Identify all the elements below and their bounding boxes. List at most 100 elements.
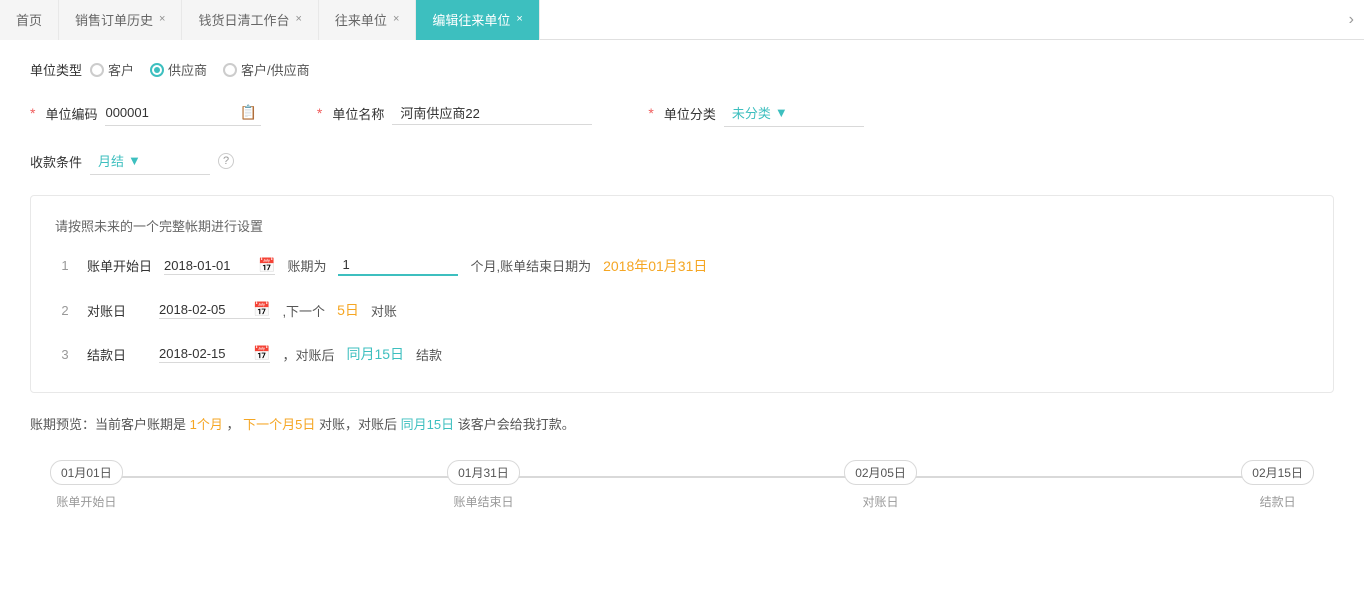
unit-name-star: * (317, 105, 322, 121)
payment-date-calendar-icon[interactable]: 📅 (253, 345, 270, 362)
period-num-1: 1 (55, 258, 75, 273)
payment-row: 收款条件 月结 ▼ ? (30, 147, 1334, 175)
timeline-node-label-2: 账单结束日 (453, 493, 513, 510)
radio-both-circle (223, 63, 237, 77)
tab-bar: 首页 销售订单历史 × 钱货日清工作台 × 往来单位 × 编辑往来单位 × › (0, 0, 1364, 40)
unit-code-field[interactable]: 📋 (105, 100, 260, 126)
payment-highlight: 同月15日 (346, 344, 404, 364)
unit-type-radio-group: 客户 供应商 客户/供应商 (90, 60, 310, 79)
preview-mid2: 对账，对账后 (319, 417, 397, 432)
period-label-3: 结款日 (87, 345, 147, 364)
timeline-node-2: 01月31日 账单结束日 (447, 460, 520, 510)
timeline-badge-2: 01月31日 (447, 460, 520, 485)
tab-sales-history[interactable]: 销售订单历史 × (59, 0, 182, 40)
tab-partner[interactable]: 往来单位 × (319, 0, 416, 40)
timeline-badge-4: 02月15日 (1241, 460, 1314, 485)
payment-label: 收款条件 (30, 152, 82, 171)
period-desc-3-prefix: ，对账后 (282, 345, 334, 364)
payment-arrow: ▼ (128, 153, 141, 168)
reconcile-date-calendar-icon[interactable]: 📅 (253, 301, 270, 318)
period-desc-1-middle: 个月,账单结束日期为 (470, 256, 591, 275)
timeline-node-1: 01月01日 账单开始日 (50, 460, 123, 510)
payment-value: 月结 (98, 151, 124, 170)
tab-sales-history-close[interactable]: × (159, 14, 165, 25)
payment-help-icon[interactable]: ? (218, 153, 234, 169)
preview-section: 账期预览：当前客户账期是 1个月 ， 下一个月5日 对账，对账后 同月15日 该… (30, 413, 1334, 510)
period-row-2: 2 对账日 📅 ,下一个 5日 对账 (55, 300, 1309, 320)
period-box: 请按照未来的一个完整帐期进行设置 1 账单开始日 📅 账期为 个月,账单结束日期… (30, 195, 1334, 393)
radio-both[interactable]: 客户/供应商 (223, 60, 310, 79)
tab-cash-work-close[interactable]: × (295, 14, 301, 25)
preview-part1: 1个月 (190, 417, 223, 432)
timeline-node-label-3: 对账日 (863, 493, 899, 510)
reconcile-date-input[interactable]: 📅 (159, 301, 270, 319)
timeline-container: 01月01日 账单开始日 01月31日 账单结束日 02月05日 对账日 02月… (50, 460, 1314, 510)
period-label-1: 账单开始日 (87, 256, 152, 275)
timeline-badge-3: 02月05日 (844, 460, 917, 485)
preview-text: 账期预览：当前客户账期是 1个月 ， 下一个月5日 对账，对账后 同月15日 该… (30, 413, 1334, 436)
reconcile-highlight: 5日 (337, 300, 359, 320)
timeline-node-4: 02月15日 结款日 (1241, 460, 1314, 510)
tab-cash-work[interactable]: 钱货日清工作台 × (182, 0, 318, 40)
radio-customer-label: 客户 (108, 60, 134, 79)
tab-arrow[interactable]: › (1339, 0, 1364, 40)
preview-mid1: ， (227, 417, 240, 432)
tab-home[interactable]: 首页 (0, 0, 59, 40)
period-row-1: 1 账单开始日 📅 账期为 个月,账单结束日期为 2018年01月31日 (55, 255, 1309, 276)
tab-sales-history-label: 销售订单历史 (75, 10, 153, 29)
timeline-nodes: 01月01日 账单开始日 01月31日 账单结束日 02月05日 对账日 02月… (50, 460, 1314, 510)
unit-class-select[interactable]: 未分类 ▼ (724, 99, 864, 127)
tab-partner-close[interactable]: × (393, 14, 399, 25)
period-label-2: 对账日 (87, 301, 147, 320)
tab-edit-partner[interactable]: 编辑往来单位 × (416, 0, 539, 40)
period-desc-1-prefix: 账期为 (287, 256, 326, 275)
unit-type-row: 单位类型 客户 供应商 客户/供应商 (30, 60, 1334, 79)
unit-class-star: * (648, 105, 653, 121)
timeline-node-3: 02月05日 对账日 (844, 460, 917, 510)
start-date-input[interactable]: 📅 (164, 257, 275, 275)
radio-customer-circle (90, 63, 104, 77)
preview-suffix: 该客户会给我打款。 (458, 417, 575, 432)
radio-supplier-circle (150, 63, 164, 77)
period-desc-2-suffix: 对账 (371, 301, 397, 320)
preview-part2: 下一个月5日 (243, 417, 315, 432)
timeline-node-label-1: 账单开始日 (56, 493, 116, 510)
tab-cash-work-label: 钱货日清工作台 (198, 10, 289, 29)
start-date-field[interactable] (164, 258, 254, 273)
unit-type-label: 单位类型 (30, 60, 82, 79)
period-month-input[interactable] (338, 255, 458, 276)
unit-class-value: 未分类 (732, 103, 771, 122)
preview-part3: 同月15日 (401, 417, 454, 432)
timeline-badge-1: 01月01日 (50, 460, 123, 485)
period-end-date-highlight: 2018年01月31日 (603, 256, 707, 276)
payment-select[interactable]: 月结 ▼ (90, 147, 210, 175)
main-content: 单位类型 客户 供应商 客户/供应商 * 单位编码 📋 * 单位名称 (0, 40, 1364, 608)
tab-edit-partner-label: 编辑往来单位 (432, 10, 510, 29)
copy-icon[interactable]: 📋 (235, 104, 260, 121)
period-num-2: 2 (55, 303, 75, 318)
unit-name-label: 单位名称 (332, 104, 384, 123)
timeline-node-label-4: 结款日 (1260, 493, 1296, 510)
unit-class-label: 单位分类 (664, 104, 716, 123)
tab-partner-label: 往来单位 (335, 10, 387, 29)
unit-class-arrow: ▼ (775, 105, 788, 120)
preview-label: 账期预览：当前客户账期是 (30, 417, 186, 432)
reconcile-date-field[interactable] (159, 302, 249, 317)
unit-code-input[interactable] (105, 105, 235, 120)
payment-date-field[interactable] (159, 346, 249, 361)
tab-home-label: 首页 (16, 10, 42, 29)
period-num-3: 3 (55, 347, 75, 362)
period-desc-2-prefix: ,下一个 (282, 301, 325, 320)
radio-customer[interactable]: 客户 (90, 60, 134, 79)
payment-date-input[interactable]: 📅 (159, 345, 270, 363)
start-date-calendar-icon[interactable]: 📅 (258, 257, 275, 274)
unit-name-input[interactable] (392, 101, 592, 125)
radio-supplier[interactable]: 供应商 (150, 60, 207, 79)
period-row-3: 3 结款日 📅 ，对账后 同月15日 结款 (55, 344, 1309, 364)
unit-code-star: * (30, 105, 35, 121)
radio-supplier-label: 供应商 (168, 60, 207, 79)
tab-edit-partner-close[interactable]: × (516, 14, 522, 25)
period-desc-3-suffix: 结款 (416, 345, 442, 364)
unit-code-label: 单位编码 (45, 104, 97, 123)
radio-both-label: 客户/供应商 (241, 60, 310, 79)
